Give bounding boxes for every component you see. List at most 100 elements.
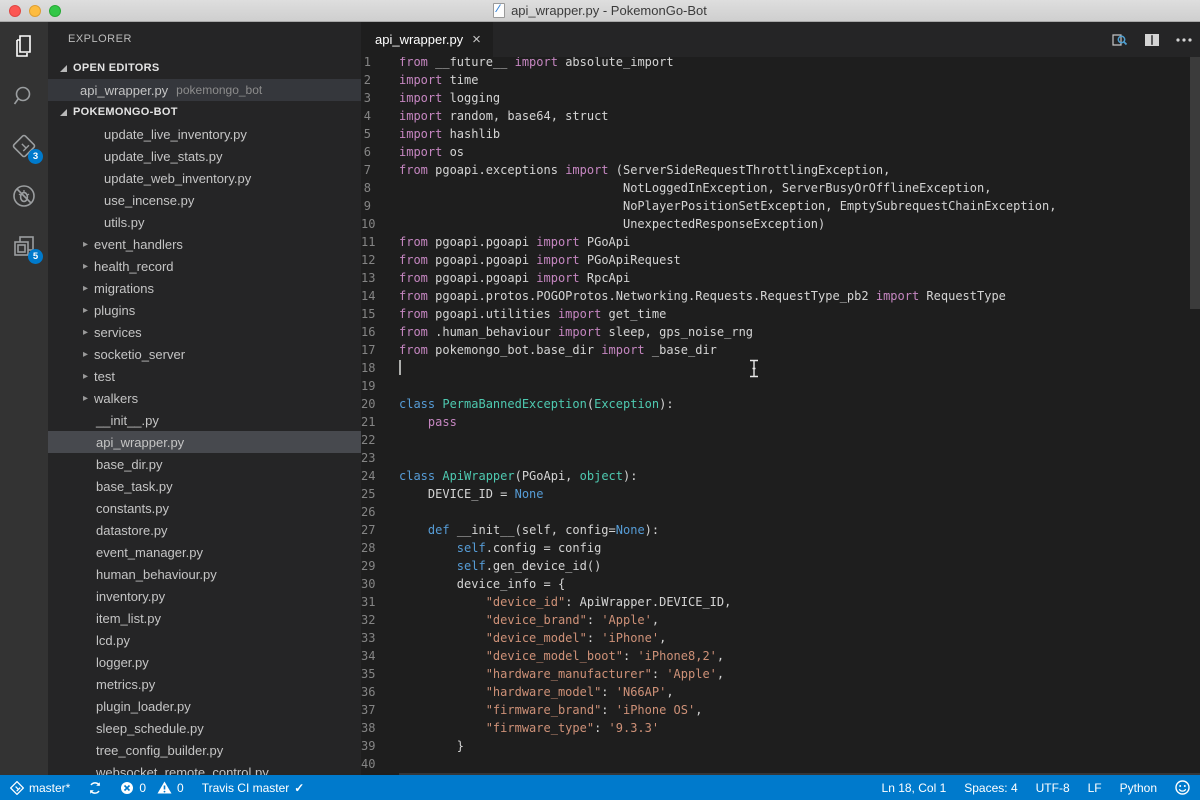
code-line-16[interactable]: 16from .human_behaviour import sleep, gp… — [361, 323, 1200, 341]
tree-folder-migrations[interactable]: ▸migrations — [48, 277, 361, 299]
code-line-34[interactable]: 34 "device_model_boot": 'iPhone8,2', — [361, 647, 1200, 665]
tree-file-lcd.py[interactable]: lcd.py — [48, 629, 361, 651]
language-mode-status[interactable]: Python — [1120, 781, 1157, 795]
code-line-37[interactable]: 37 "firmware_brand": 'iPhone OS', — [361, 701, 1200, 719]
tree-folder-plugins[interactable]: ▸plugins — [48, 299, 361, 321]
code-line-20[interactable]: 20class PermaBannedException(Exception): — [361, 395, 1200, 413]
tree-folder-socketio_server[interactable]: ▸socketio_server — [48, 343, 361, 365]
code-line-22[interactable]: 22 — [361, 431, 1200, 449]
tree-file-api_wrapper.py[interactable]: api_wrapper.py — [48, 431, 361, 453]
code-line-23[interactable]: 23 — [361, 449, 1200, 467]
tree-file-item_list.py[interactable]: item_list.py — [48, 607, 361, 629]
code-line-32[interactable]: 32 "device_brand": 'Apple', — [361, 611, 1200, 629]
tree-folder-test[interactable]: ▸test — [48, 365, 361, 387]
code-line-24[interactable]: 24class ApiWrapper(PGoApi, object): — [361, 467, 1200, 485]
code-editor[interactable]: 1from __future__ import absolute_import2… — [361, 57, 1200, 775]
tree-folder-health_record[interactable]: ▸health_record — [48, 255, 361, 277]
activity-source-control[interactable]: 3 — [0, 122, 48, 170]
code-line-10[interactable]: 10 UnexpectedResponseException) — [361, 215, 1200, 233]
code-line-8[interactable]: 8 NotLoggedInException, ServerBusyOrOffl… — [361, 179, 1200, 197]
activity-search[interactable] — [0, 72, 48, 120]
maximize-window-button[interactable] — [49, 5, 61, 17]
tree-file-base_dir.py[interactable]: base_dir.py — [48, 453, 361, 475]
problems-status[interactable]: 0 0 — [120, 781, 183, 795]
tree-file-tree_config_builder.py[interactable]: tree_config_builder.py — [48, 739, 361, 761]
code-line-35[interactable]: 35 "hardware_manufacturer": 'Apple', — [361, 665, 1200, 683]
code-line-7[interactable]: 7from pgoapi.exceptions import (ServerSi… — [361, 161, 1200, 179]
tree-file-use_incense.py[interactable]: use_incense.py — [48, 189, 361, 211]
code-line-33[interactable]: 33 "device_model": 'iPhone', — [361, 629, 1200, 647]
code-line-38[interactable]: 38 "firmware_type": '9.3.3' — [361, 719, 1200, 737]
more-actions-icon[interactable] — [1176, 38, 1192, 42]
git-branch-status[interactable]: master* — [10, 781, 70, 795]
tree-folder-services[interactable]: ▸services — [48, 321, 361, 343]
editor-scrollbar[interactable] — [1190, 57, 1200, 309]
code-line-17[interactable]: 17from pokemongo_bot.base_dir import _ba… — [361, 341, 1200, 359]
code-line-2[interactable]: 2import time — [361, 71, 1200, 89]
code-line-25[interactable]: 25 DEVICE_ID = None — [361, 485, 1200, 503]
tree-file-inventory.py[interactable]: inventory.py — [48, 585, 361, 607]
code-line-13[interactable]: 13from pgoapi.pgoapi import RpcApi — [361, 269, 1200, 287]
tree-file-websocket_remote_control.py[interactable]: websocket_remote_control.py — [48, 761, 361, 775]
check-icon: ✓ — [294, 781, 304, 795]
code-line-29[interactable]: 29 self.gen_device_id() — [361, 557, 1200, 575]
activity-explorer[interactable] — [0, 22, 48, 70]
minimize-window-button[interactable] — [29, 5, 41, 17]
code-line-31[interactable]: 31 "device_id": ApiWrapper.DEVICE_ID, — [361, 593, 1200, 611]
code-line-18[interactable]: 18 — [361, 359, 1200, 377]
activity-debug[interactable] — [0, 172, 48, 220]
close-tab-icon[interactable]: × — [472, 32, 481, 47]
tree-folder-walkers[interactable]: ▸walkers — [48, 387, 361, 409]
tree-file-utils.py[interactable]: utils.py — [48, 211, 361, 233]
tree-file-datastore.py[interactable]: datastore.py — [48, 519, 361, 541]
tree-file-human_behaviour.py[interactable]: human_behaviour.py — [48, 563, 361, 585]
code-line-19[interactable]: 19 — [361, 377, 1200, 395]
open-editor-item[interactable]: api_wrapper.py pokemongo_bot — [48, 79, 361, 101]
tree-file-base_task.py[interactable]: base_task.py — [48, 475, 361, 497]
tree-folder-event_handlers[interactable]: ▸event_handlers — [48, 233, 361, 255]
open-editors-header[interactable]: OPEN EDITORS — [48, 57, 361, 79]
code-line-39[interactable]: 39 } — [361, 737, 1200, 755]
code-line-12[interactable]: 12from pgoapi.pgoapi import PGoApiReques… — [361, 251, 1200, 269]
sync-button[interactable] — [88, 781, 102, 795]
tree-file-sleep_schedule.py[interactable]: sleep_schedule.py — [48, 717, 361, 739]
tree-file-constants.py[interactable]: constants.py — [48, 497, 361, 519]
tree-file-metrics.py[interactable]: metrics.py — [48, 673, 361, 695]
tree-file-update_live_stats.py[interactable]: update_live_stats.py — [48, 145, 361, 167]
tree-file-event_manager.py[interactable]: event_manager.py — [48, 541, 361, 563]
line-content: from __future__ import absolute_import — [399, 57, 1200, 71]
close-window-button[interactable] — [9, 5, 21, 17]
feedback-smiley-icon[interactable] — [1175, 780, 1190, 795]
code-line-6[interactable]: 6import os — [361, 143, 1200, 161]
open-preview-icon[interactable] — [1111, 32, 1128, 48]
code-line-40[interactable]: 40 — [361, 755, 1200, 773]
code-line-3[interactable]: 3import logging — [361, 89, 1200, 107]
encoding-status[interactable]: UTF-8 — [1036, 781, 1070, 795]
code-line-11[interactable]: 11from pgoapi.pgoapi import PGoApi — [361, 233, 1200, 251]
code-line-5[interactable]: 5import hashlib — [361, 125, 1200, 143]
cursor-position-status[interactable]: Ln 18, Col 1 — [882, 781, 947, 795]
code-line-15[interactable]: 15from pgoapi.utilities import get_time — [361, 305, 1200, 323]
activity-extensions[interactable]: 5 — [0, 222, 48, 270]
indentation-status[interactable]: Spaces: 4 — [964, 781, 1017, 795]
code-line-36[interactable]: 36 "hardware_model": 'N66AP', — [361, 683, 1200, 701]
tree-file-update_web_inventory.py[interactable]: update_web_inventory.py — [48, 167, 361, 189]
code-line-21[interactable]: 21 pass — [361, 413, 1200, 431]
code-line-27[interactable]: 27 def __init__(self, config=None): — [361, 521, 1200, 539]
code-line-9[interactable]: 9 NoPlayerPositionSetException, EmptySub… — [361, 197, 1200, 215]
split-editor-icon[interactable] — [1144, 33, 1160, 47]
code-line-30[interactable]: 30 device_info = { — [361, 575, 1200, 593]
tab-api-wrapper[interactable]: api_wrapper.py × — [361, 22, 493, 57]
travis-status[interactable]: Travis CI master ✓ — [202, 781, 305, 795]
tree-file-plugin_loader.py[interactable]: plugin_loader.py — [48, 695, 361, 717]
project-section-header[interactable]: POKEMONGO-BOT — [48, 101, 361, 123]
tree-file-__init__.py[interactable]: __init__.py — [48, 409, 361, 431]
code-line-1[interactable]: 1from __future__ import absolute_import — [361, 57, 1200, 71]
code-line-14[interactable]: 14from pgoapi.protos.POGOProtos.Networki… — [361, 287, 1200, 305]
code-line-26[interactable]: 26 — [361, 503, 1200, 521]
code-line-28[interactable]: 28 self.config = config — [361, 539, 1200, 557]
eol-status[interactable]: LF — [1088, 781, 1102, 795]
tree-file-update_live_inventory.py[interactable]: update_live_inventory.py — [48, 123, 361, 145]
tree-file-logger.py[interactable]: logger.py — [48, 651, 361, 673]
code-line-4[interactable]: 4import random, base64, struct — [361, 107, 1200, 125]
